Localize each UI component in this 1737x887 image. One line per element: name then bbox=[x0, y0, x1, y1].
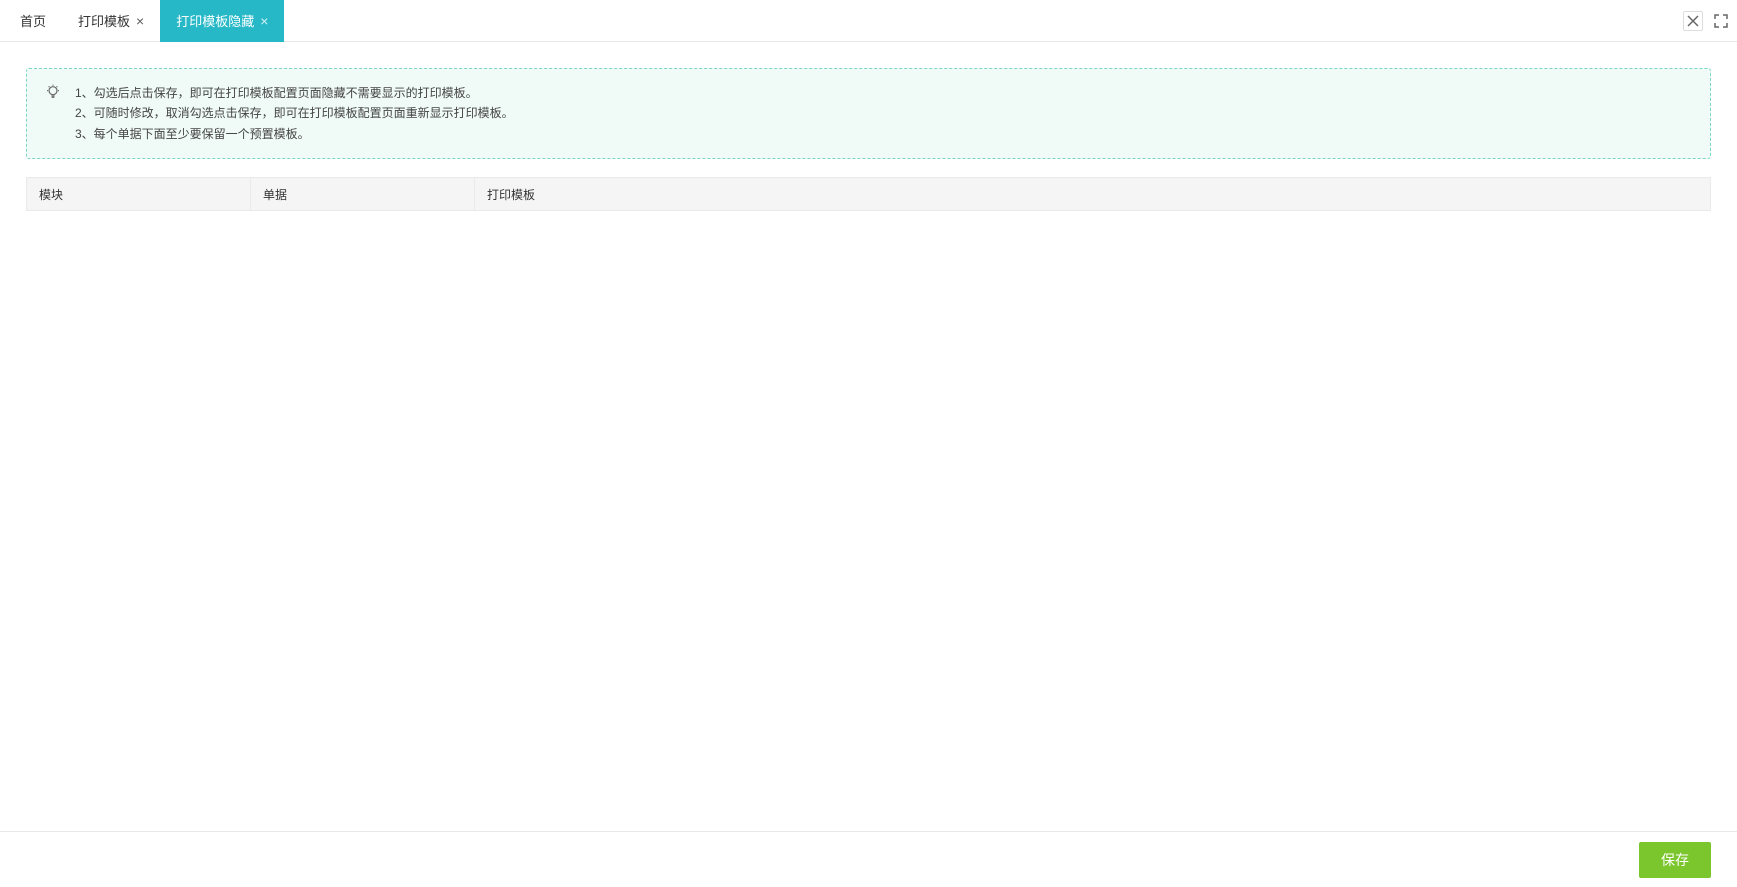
column-header-template: 打印模板 bbox=[475, 178, 1710, 210]
close-all-button[interactable] bbox=[1683, 11, 1703, 31]
tip-line: 1、勾选后点击保存，即可在打印模板配置页面隐藏不需要显示的打印模板。 bbox=[75, 83, 514, 103]
tab-label: 首页 bbox=[20, 11, 46, 30]
close-icon[interactable]: × bbox=[260, 14, 268, 28]
tab-bar: 首页 打印模板 × 打印模板隐藏 × bbox=[0, 0, 1737, 42]
template-table: 模块 单据 打印模板 bbox=[26, 177, 1711, 211]
column-header-document: 单据 bbox=[251, 178, 475, 210]
tab-print-template[interactable]: 打印模板 × bbox=[62, 0, 160, 42]
tab-home[interactable]: 首页 bbox=[4, 0, 62, 42]
tip-text: 1、勾选后点击保存，即可在打印模板配置页面隐藏不需要显示的打印模板。 2、可随时… bbox=[75, 83, 514, 144]
tab-label: 打印模板 bbox=[78, 11, 130, 30]
expand-icon bbox=[1714, 14, 1728, 28]
close-icon bbox=[1687, 15, 1699, 27]
save-button[interactable]: 保存 bbox=[1639, 842, 1711, 878]
tip-box: 1、勾选后点击保存，即可在打印模板配置页面隐藏不需要显示的打印模板。 2、可随时… bbox=[26, 68, 1711, 159]
tip-line: 2、可随时修改，取消勾选点击保存，即可在打印模板配置页面重新显示打印模板。 bbox=[75, 103, 514, 123]
fullscreen-button[interactable] bbox=[1711, 11, 1731, 31]
table-header: 模块 单据 打印模板 bbox=[27, 178, 1710, 210]
footer-bar: 保存 bbox=[0, 831, 1737, 887]
tab-print-template-hide[interactable]: 打印模板隐藏 × bbox=[160, 0, 284, 42]
tab-label: 打印模板隐藏 bbox=[176, 11, 254, 30]
column-header-module: 模块 bbox=[27, 178, 251, 210]
close-icon[interactable]: × bbox=[136, 14, 144, 28]
lightbulb-icon bbox=[45, 84, 61, 104]
content-area: 1、勾选后点击保存，即可在打印模板配置页面隐藏不需要显示的打印模板。 2、可随时… bbox=[0, 42, 1737, 237]
tab-actions bbox=[1683, 11, 1731, 31]
tip-line: 3、每个单据下面至少要保留一个预置模板。 bbox=[75, 124, 514, 144]
